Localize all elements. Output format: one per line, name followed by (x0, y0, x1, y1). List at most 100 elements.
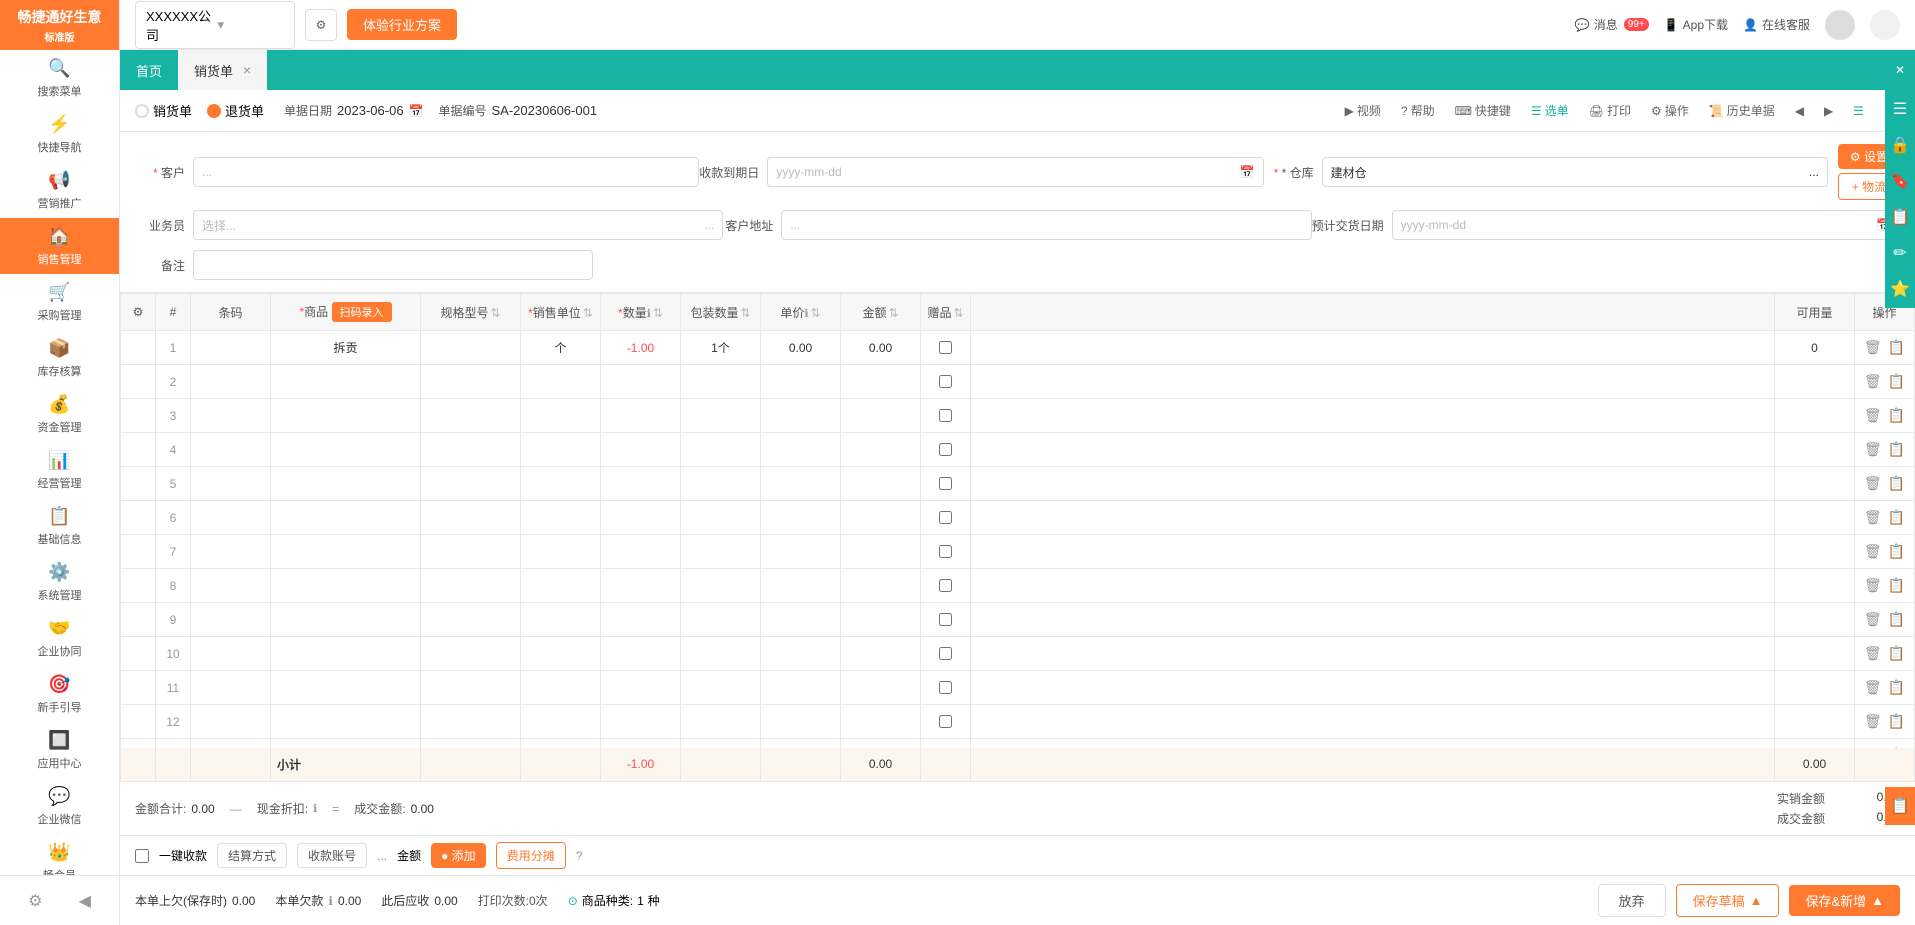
row-6-barcode[interactable] (191, 501, 271, 535)
row-3-delete-icon[interactable]: 🗑 (1864, 407, 1882, 424)
row-12-copy-icon[interactable]: 📋 (1888, 713, 1905, 730)
row-8-pkg[interactable] (681, 569, 761, 603)
row-3-amount[interactable] (841, 399, 921, 433)
row-5-unit[interactable] (521, 467, 601, 501)
method-button[interactable]: 结算方式 (217, 843, 287, 868)
row-2-pkg[interactable] (681, 365, 761, 399)
row-7-amount[interactable] (841, 535, 921, 569)
sidebar-item-search[interactable]: 🔍 搜索菜单 (0, 50, 119, 106)
row-4-qty[interactable] (601, 433, 681, 467)
row-9-gift-checkbox[interactable] (939, 613, 952, 626)
row-8-barcode[interactable] (191, 569, 271, 603)
row-11-unit[interactable] (521, 671, 601, 705)
row-1-price[interactable]: 0.00 (761, 331, 841, 365)
row-5-pkg[interactable] (681, 467, 761, 501)
row-2-price[interactable] (761, 365, 841, 399)
sidebar-item-marketing[interactable]: 📢 营销推广 (0, 162, 119, 218)
row-7-price[interactable] (761, 535, 841, 569)
row-11-gift[interactable] (921, 671, 971, 705)
warehouse-input[interactable]: 建材仓 ... (1322, 157, 1828, 187)
row-10-qty[interactable] (601, 637, 681, 671)
row-10-spec[interactable] (421, 637, 521, 671)
right-panel-orange-btn[interactable]: 📋 (1886, 792, 1914, 820)
row-3-product[interactable] (271, 399, 421, 433)
row-7-barcode[interactable] (191, 535, 271, 569)
row-2-delete-icon[interactable]: 🗑 (1864, 373, 1882, 390)
row-8-gift-checkbox[interactable] (939, 579, 952, 592)
row-4-delete-icon[interactable]: 🗑 (1864, 441, 1882, 458)
row-4-gift-checkbox[interactable] (939, 443, 952, 456)
row-9-copy-icon[interactable]: 📋 (1888, 611, 1905, 628)
right-panel-btn-2[interactable]: 🔒 (1886, 131, 1914, 159)
one-click-checkbox[interactable] (135, 849, 149, 863)
sidebar-item-base[interactable]: 📋 基础信息 (0, 498, 119, 554)
sort-gift-icon[interactable]: ⇅ (953, 306, 963, 320)
row-3-unit[interactable] (521, 399, 601, 433)
sort-price-icon[interactable]: ⇅ (811, 306, 821, 320)
row-11-gift-checkbox[interactable] (939, 681, 952, 694)
row-12-product[interactable] (271, 705, 421, 739)
tool-prev[interactable]: ◀ (1789, 102, 1810, 120)
row-11-qty[interactable] (601, 671, 681, 705)
tab-home[interactable]: 首页 (120, 50, 178, 90)
row-10-pkg[interactable] (681, 637, 761, 671)
row-1-barcode[interactable] (191, 331, 271, 365)
radio-return[interactable]: 退货单 (207, 101, 264, 120)
expense-button[interactable]: 费用分摊 (496, 842, 566, 869)
row-9-price[interactable] (761, 603, 841, 637)
sort-qty-icon[interactable]: ⇅ (653, 306, 663, 320)
row-11-product[interactable] (271, 671, 421, 705)
row-4-spec[interactable] (421, 433, 521, 467)
row-9-amount[interactable] (841, 603, 921, 637)
row-6-unit[interactable] (521, 501, 601, 535)
tool-shortcut[interactable]: ⌨ 快捷键 (1449, 100, 1517, 121)
row-11-copy-icon[interactable]: 📋 (1888, 679, 1905, 696)
row-11-pkg[interactable] (681, 671, 761, 705)
row-1-product[interactable]: 拆贡 (271, 331, 421, 365)
row-7-gift-checkbox[interactable] (939, 545, 952, 558)
row-7-gift[interactable] (921, 535, 971, 569)
row-11-price[interactable] (761, 671, 841, 705)
notes-input[interactable] (193, 250, 593, 280)
row-1-delete-icon[interactable]: 🗑 (1864, 339, 1882, 356)
row-8-delete-icon[interactable]: 🗑 (1864, 577, 1882, 594)
row-6-gift-checkbox[interactable] (939, 511, 952, 524)
sidebar-item-inventory[interactable]: 📦 库存核算 (0, 330, 119, 386)
row-10-amount[interactable] (841, 637, 921, 671)
sidebar-item-member[interactable]: 👑 畅会员 (0, 834, 119, 875)
sidebar-item-appstore[interactable]: 🔲 应用中心 (0, 722, 119, 778)
message-button[interactable]: 💬 消息 99+ (1575, 16, 1649, 33)
row-9-delete-icon[interactable]: 🗑 (1864, 611, 1882, 628)
row-12-unit[interactable] (521, 705, 601, 739)
save-draft-button[interactable]: 保存草稿 ▲ (1676, 884, 1780, 917)
row-2-copy-icon[interactable]: 📋 (1888, 373, 1905, 390)
customer-address-input[interactable]: ... (781, 210, 1311, 240)
row-5-product[interactable] (271, 467, 421, 501)
row-11-delete-icon[interactable]: 🗑 (1864, 679, 1882, 696)
sidebar-item-system[interactable]: ⚙️ 系统管理 (0, 554, 119, 610)
row-11-barcode[interactable] (191, 671, 271, 705)
row-6-gift[interactable] (921, 501, 971, 535)
th-settings[interactable]: ⚙ (121, 294, 156, 331)
row-5-qty[interactable] (601, 467, 681, 501)
row-6-product[interactable] (271, 501, 421, 535)
row-3-barcode[interactable] (191, 399, 271, 433)
tab-sales-order[interactable]: 销货单 × (178, 50, 267, 90)
row-12-gift[interactable] (921, 705, 971, 739)
tool-operation[interactable]: ⚙ 操作 (1645, 100, 1695, 121)
sort-amount-icon[interactable]: ⇅ (888, 306, 898, 320)
row-12-price[interactable] (761, 705, 841, 739)
sidebar-item-corp[interactable]: 🤝 企业协同 (0, 610, 119, 666)
row-6-price[interactable] (761, 501, 841, 535)
row-10-gift-checkbox[interactable] (939, 647, 952, 660)
row-9-product[interactable] (271, 603, 421, 637)
right-panel-btn-6[interactable]: ⭐ (1886, 275, 1914, 303)
row-6-spec[interactable] (421, 501, 521, 535)
discard-button[interactable]: 放弃 (1598, 884, 1666, 917)
sidebar-item-sales[interactable]: 🏠 销售管理 (0, 218, 119, 274)
row-1-gift-checkbox[interactable] (939, 341, 952, 354)
row-4-price[interactable] (761, 433, 841, 467)
company-selector[interactable]: XXXXXX公司 ▾ (135, 1, 295, 49)
tool-list-view[interactable]: ☰ (1847, 102, 1870, 120)
row-5-gift[interactable] (921, 467, 971, 501)
